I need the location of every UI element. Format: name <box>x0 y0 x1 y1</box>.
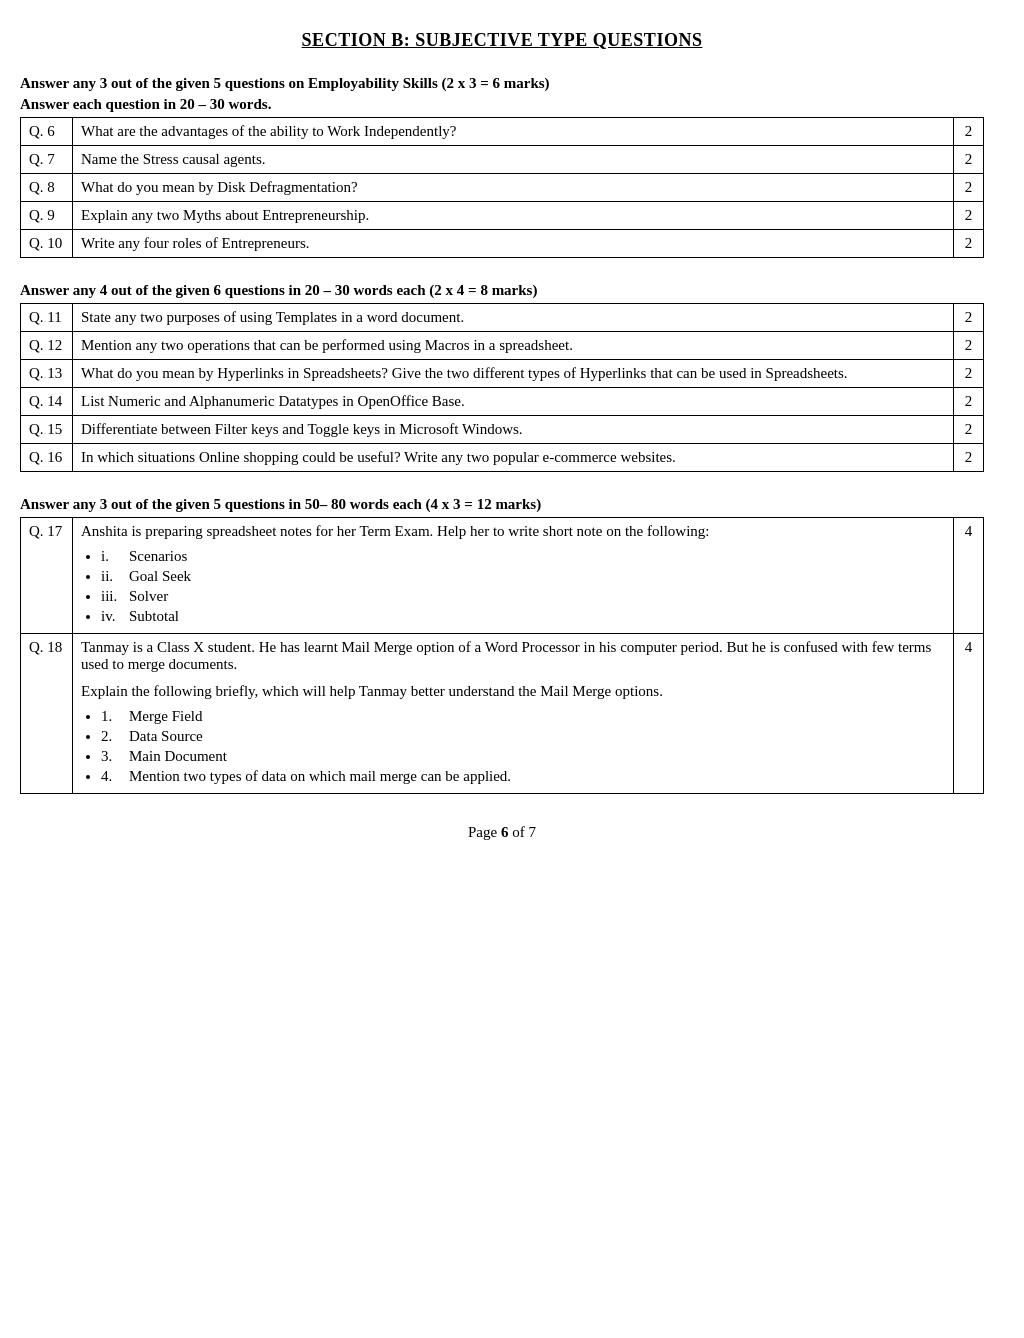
question-number: Q. 6 <box>21 118 73 146</box>
page-title: SECTION B: SUBJECTIVE TYPE QUESTIONS <box>20 30 984 51</box>
question-number: Q. 10 <box>21 230 73 258</box>
question-number: Q. 12 <box>21 332 73 360</box>
question-number: Q. 14 <box>21 388 73 416</box>
table-row: Q. 13 What do you mean by Hyperlinks in … <box>21 360 984 388</box>
question-marks: 2 <box>954 416 984 444</box>
list-item: i.Scenarios <box>101 548 945 565</box>
question-number: Q. 8 <box>21 174 73 202</box>
list-item: 4.Mention two types of data on which mai… <box>101 768 945 785</box>
question-text: State any two purposes of using Template… <box>73 304 954 332</box>
question-marks: 2 <box>954 174 984 202</box>
table-row: Q. 9 Explain any two Myths about Entrepr… <box>21 202 984 230</box>
question-marks: 2 <box>954 360 984 388</box>
question-text: Differentiate between Filter keys and To… <box>73 416 954 444</box>
section2-instruction: Answer any 4 out of the given 6 question… <box>20 282 984 299</box>
table-row: Q. 8 What do you mean by Disk Defragment… <box>21 174 984 202</box>
question-marks: 2 <box>954 304 984 332</box>
table-row: Q. 14 List Numeric and Alphanumeric Data… <box>21 388 984 416</box>
question-marks: 2 <box>954 202 984 230</box>
section3-table: Q. 17 Anshita is preparing spreadsheet n… <box>20 517 984 794</box>
question-text: Name the Stress causal agents. <box>73 146 954 174</box>
question-marks: 2 <box>954 118 984 146</box>
section3-block: Answer any 3 out of the given 5 question… <box>20 496 984 794</box>
question-marks: 2 <box>954 230 984 258</box>
question-number: Q. 7 <box>21 146 73 174</box>
page-footer: Page 6 of 7 <box>20 824 984 841</box>
list-item: 2.Data Source <box>101 728 945 745</box>
table-row: Q. 18 Tanmay is a Class X student. He ha… <box>21 634 984 794</box>
question-marks: 4 <box>954 634 984 794</box>
list-item: 1.Merge Field <box>101 708 945 725</box>
question-text: In which situations Online shopping coul… <box>73 444 954 472</box>
question-marks: 2 <box>954 146 984 174</box>
question-text: What do you mean by Hyperlinks in Spread… <box>73 360 954 388</box>
table-row: Q. 12 Mention any two operations that ca… <box>21 332 984 360</box>
section1-block: Answer any 3 out of the given 5 question… <box>20 75 984 258</box>
table-row: Q. 16 In which situations Online shoppin… <box>21 444 984 472</box>
list-item: 3.Main Document <box>101 748 945 765</box>
question-text: Tanmay is a Class X student. He has lear… <box>73 634 954 794</box>
question-text: Write any four roles of Entrepreneurs. <box>73 230 954 258</box>
footer-text: Page 6 of 7 <box>468 824 536 840</box>
list-item: iii.Solver <box>101 588 945 605</box>
question-marks: 2 <box>954 388 984 416</box>
question-number: Q. 15 <box>21 416 73 444</box>
question-marks: 2 <box>954 444 984 472</box>
question-marks: 4 <box>954 518 984 634</box>
question-number: Q. 9 <box>21 202 73 230</box>
footer-page-num: 6 <box>501 824 509 840</box>
question-text: Mention any two operations that can be p… <box>73 332 954 360</box>
question-number: Q. 18 <box>21 634 73 794</box>
question-text: What are the advantages of the ability t… <box>73 118 954 146</box>
section1-instruction2: Answer each question in 20 – 30 words. <box>20 96 984 113</box>
table-row: Q. 10 Write any four roles of Entreprene… <box>21 230 984 258</box>
list-item: ii.Goal Seek <box>101 568 945 585</box>
question-number: Q. 16 <box>21 444 73 472</box>
section2-block: Answer any 4 out of the given 6 question… <box>20 282 984 472</box>
question-text: Explain any two Myths about Entrepreneur… <box>73 202 954 230</box>
list-item: iv.Subtotal <box>101 608 945 625</box>
section1-table: Q. 6 What are the advantages of the abil… <box>20 117 984 258</box>
table-row: Q. 6 What are the advantages of the abil… <box>21 118 984 146</box>
question-marks: 2 <box>954 332 984 360</box>
question-text: List Numeric and Alphanumeric Datatypes … <box>73 388 954 416</box>
table-row: Q. 17 Anshita is preparing spreadsheet n… <box>21 518 984 634</box>
question-number: Q. 17 <box>21 518 73 634</box>
table-row: Q. 11 State any two purposes of using Te… <box>21 304 984 332</box>
section3-instruction: Answer any 3 out of the given 5 question… <box>20 496 984 513</box>
question-number: Q. 13 <box>21 360 73 388</box>
question-number: Q. 11 <box>21 304 73 332</box>
table-row: Q. 15 Differentiate between Filter keys … <box>21 416 984 444</box>
question-text: Anshita is preparing spreadsheet notes f… <box>73 518 954 634</box>
section1-instruction1: Answer any 3 out of the given 5 question… <box>20 75 984 92</box>
table-row: Q. 7 Name the Stress causal agents. 2 <box>21 146 984 174</box>
section2-table: Q. 11 State any two purposes of using Te… <box>20 303 984 472</box>
question-text: What do you mean by Disk Defragmentation… <box>73 174 954 202</box>
